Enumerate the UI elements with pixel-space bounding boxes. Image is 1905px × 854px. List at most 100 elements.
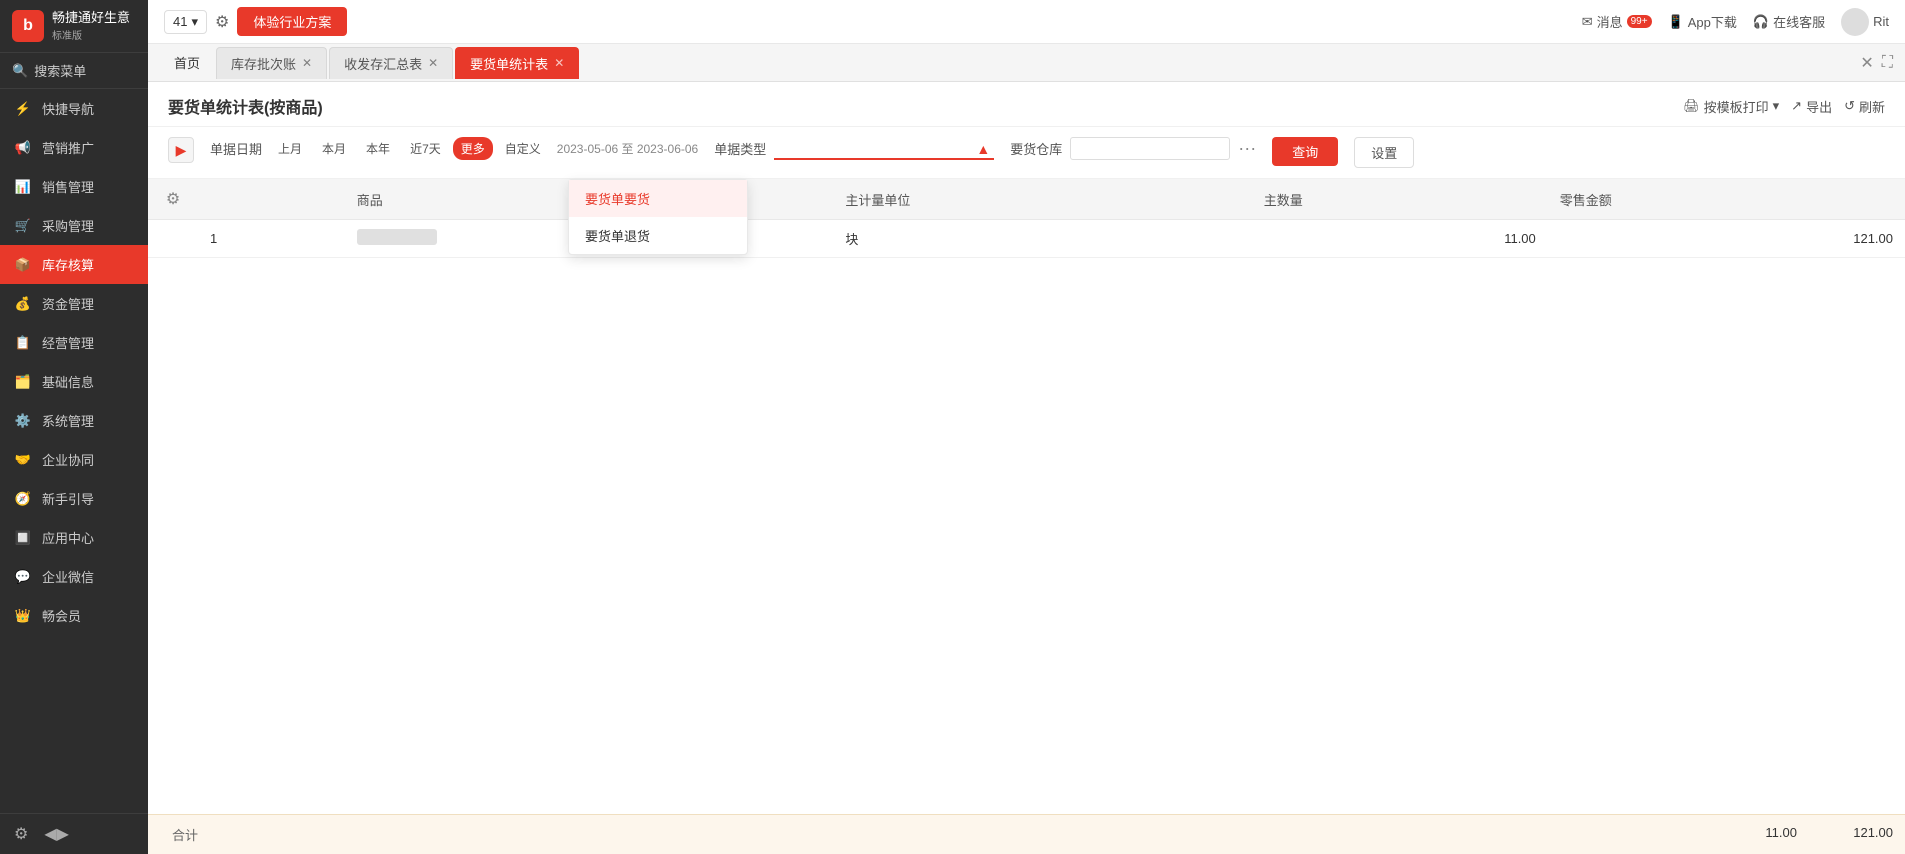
sidebar-item-purchase[interactable]: 🛒 采购管理: [0, 206, 148, 245]
refresh-label: 刷新: [1859, 97, 1885, 116]
app-name-block: 畅捷通好生意 标准版: [52, 10, 130, 42]
sidebar-item-system[interactable]: ⚙️ 系统管理: [0, 401, 148, 440]
refresh-icon: ↺: [1844, 98, 1855, 114]
warehouse-input[interactable]: [1070, 137, 1230, 160]
cell-unit: 块: [833, 220, 1251, 258]
app-download-label: App下载: [1688, 12, 1737, 31]
finance-icon: 💰: [14, 295, 32, 313]
sidebar-item-marketing[interactable]: 📢 营销推广: [0, 128, 148, 167]
sidebar-item-label: 新手引导: [42, 489, 94, 508]
date-buttons: 上月 本月 本年 近7天 更多 自定义: [270, 137, 549, 160]
app-name: 畅捷通好生意: [52, 10, 130, 27]
filter-toggle-btn[interactable]: ▶: [168, 137, 194, 163]
filter-more-icon[interactable]: ···: [1238, 138, 1256, 159]
sidebar-bottom: ⚙ ◀▶: [0, 813, 148, 854]
sidebar-item-sales[interactable]: 📊 销售管理: [0, 167, 148, 206]
date-btn-more[interactable]: 更多: [453, 137, 493, 160]
type-chevron-up-icon[interactable]: ▲: [976, 141, 990, 157]
refresh-btn[interactable]: ↺ 刷新: [1844, 97, 1885, 116]
quick-nav-icon: ⚡: [14, 100, 32, 118]
dropdown-item-order-return[interactable]: 要货单退货: [569, 217, 747, 254]
col-unit: 主计量单位: [833, 179, 1251, 220]
dropdown-item-order-goods[interactable]: 要货单要货: [569, 180, 747, 217]
tab-order-stats-close[interactable]: ✕: [554, 56, 564, 70]
sidebar-item-label: 基础信息: [42, 372, 94, 391]
tab-inventory-batch-close[interactable]: ✕: [302, 56, 312, 70]
sidebar-item-finance[interactable]: 💰 资金管理: [0, 284, 148, 323]
date-filter-group: 单据日期 上月 本月 本年 近7天 更多 自定义 2023-05-06 至 20…: [210, 137, 698, 160]
export-icon: ↗: [1791, 98, 1802, 114]
table-gear-icon[interactable]: ⚙: [166, 191, 180, 208]
date-btn-this-month[interactable]: 本月: [314, 137, 354, 160]
collapse-icon[interactable]: ◀▶: [44, 824, 69, 844]
print-btn[interactable]: 🖨 按模板打印 ▾: [1683, 97, 1779, 116]
sidebar-item-label: 快捷导航: [42, 99, 94, 118]
trial-button[interactable]: 体验行业方案: [237, 7, 347, 36]
sidebar-item-enterprise[interactable]: 🤝 企业协同: [0, 440, 148, 479]
search-icon: 🔍: [12, 63, 28, 79]
sidebar-item-guide[interactable]: 🧭 新手引导: [0, 479, 148, 518]
online-service-item[interactable]: 🎧 在线客服: [1753, 12, 1825, 31]
print-label: 按模板打印: [1704, 97, 1769, 116]
page-content: 要货单统计表(按商品) 🖨 按模板打印 ▾ ↗ 导出 ↺ 刷新 ▶: [148, 82, 1905, 854]
sidebar-search[interactable]: 🔍 搜索菜单: [0, 53, 148, 89]
sidebar-item-member[interactable]: 👑 畅会员: [0, 596, 148, 635]
app-center-icon: 🔲: [14, 529, 32, 547]
page-title: 要货单统计表(按商品): [168, 94, 323, 118]
settings-button[interactable]: 设置: [1354, 137, 1414, 168]
marketing-icon: 📢: [14, 139, 32, 157]
topbar: 41 ▾ ⚙ 体验行业方案 ✉ 消息 99+ 📱 App下载 🎧 在线客服 R: [148, 0, 1905, 44]
guide-icon: 🧭: [14, 490, 32, 508]
page-actions: 🖨 按模板打印 ▾ ↗ 导出 ↺ 刷新: [1683, 97, 1885, 116]
tab-sales-summary-label: 收发存汇总表: [344, 54, 422, 73]
sidebar-item-inventory[interactable]: 📦 库存核算: [0, 245, 148, 284]
user-item[interactable]: Rit: [1841, 8, 1889, 36]
tab-fullscreen-icon[interactable]: ⛶: [1882, 54, 1893, 72]
sidebar-nav: ⚡ 快捷导航 📢 营销推广 📊 销售管理 🛒 采购管理 📦 库存核算 💰 资金管…: [0, 89, 148, 813]
sidebar-item-label: 销售管理: [42, 177, 94, 196]
type-filter-label: 单据类型: [714, 139, 766, 158]
app-download-item[interactable]: 📱 App下载: [1668, 12, 1737, 31]
tabs-right-controls: ✕ ⛶: [1860, 53, 1893, 73]
avatar: [1841, 8, 1869, 36]
date-btn-custom[interactable]: 自定义: [497, 137, 549, 160]
tabs-bar: 首页 库存批次账 ✕ 收发存汇总表 ✕ 要货单统计表 ✕ ✕ ⛶: [148, 44, 1905, 82]
date-btn-last-month[interactable]: 上月: [270, 137, 310, 160]
sidebar-item-basic[interactable]: 🗂️ 基础信息: [0, 362, 148, 401]
tab-expand-icon[interactable]: ✕: [1860, 53, 1873, 73]
purchase-icon: 🛒: [14, 217, 32, 235]
sidebar-item-operations[interactable]: 📋 经营管理: [0, 323, 148, 362]
tab-sales-summary[interactable]: 收发存汇总表 ✕: [329, 47, 453, 79]
type-input[interactable]: [774, 137, 994, 160]
app-badge: 标准版: [52, 27, 130, 42]
sidebar-item-quick-nav[interactable]: ⚡ 快捷导航: [0, 89, 148, 128]
member-icon: 👑: [14, 607, 32, 625]
sidebar-item-label: 采购管理: [42, 216, 94, 235]
settings-bottom-icon[interactable]: ⚙: [14, 824, 28, 844]
footer-amount: 121.00: [1813, 825, 1893, 844]
date-btn-last-7[interactable]: 近7天: [402, 137, 449, 160]
tab-order-stats[interactable]: 要货单统计表 ✕: [455, 47, 579, 79]
tab-number: 41: [173, 14, 187, 29]
page-header: 要货单统计表(按商品) 🖨 按模板打印 ▾ ↗ 导出 ↺ 刷新: [148, 82, 1905, 127]
topbar-settings-icon[interactable]: ⚙: [215, 12, 229, 32]
headset-icon: 🎧: [1753, 14, 1769, 30]
tab-inventory-batch[interactable]: 库存批次账 ✕: [216, 47, 327, 79]
query-button[interactable]: 查询: [1272, 137, 1338, 166]
main-area: 41 ▾ ⚙ 体验行业方案 ✉ 消息 99+ 📱 App下载 🎧 在线客服 R: [148, 0, 1905, 854]
table-row: 1 块 11.00 121.00: [148, 220, 1905, 258]
warehouse-filter-group: 要货仓库 ···: [1010, 137, 1256, 160]
cell-quantity: 11.00: [1252, 220, 1548, 258]
sidebar-item-label: 应用中心: [42, 528, 94, 547]
export-btn[interactable]: ↗ 导出: [1791, 97, 1832, 116]
sidebar-item-label: 经营管理: [42, 333, 94, 352]
sidebar-item-app-center[interactable]: 🔲 应用中心: [0, 518, 148, 557]
tab-home[interactable]: 首页: [160, 47, 214, 78]
sidebar-item-wechat[interactable]: 💬 企业微信: [0, 557, 148, 596]
tab-selector[interactable]: 41 ▾: [164, 10, 207, 34]
messages-item[interactable]: ✉ 消息 99+: [1582, 12, 1652, 31]
date-btn-this-year[interactable]: 本年: [358, 137, 398, 160]
col-gear[interactable]: ⚙: [148, 179, 198, 220]
sidebar-item-label: 系统管理: [42, 411, 94, 430]
tab-sales-summary-close[interactable]: ✕: [428, 56, 438, 70]
